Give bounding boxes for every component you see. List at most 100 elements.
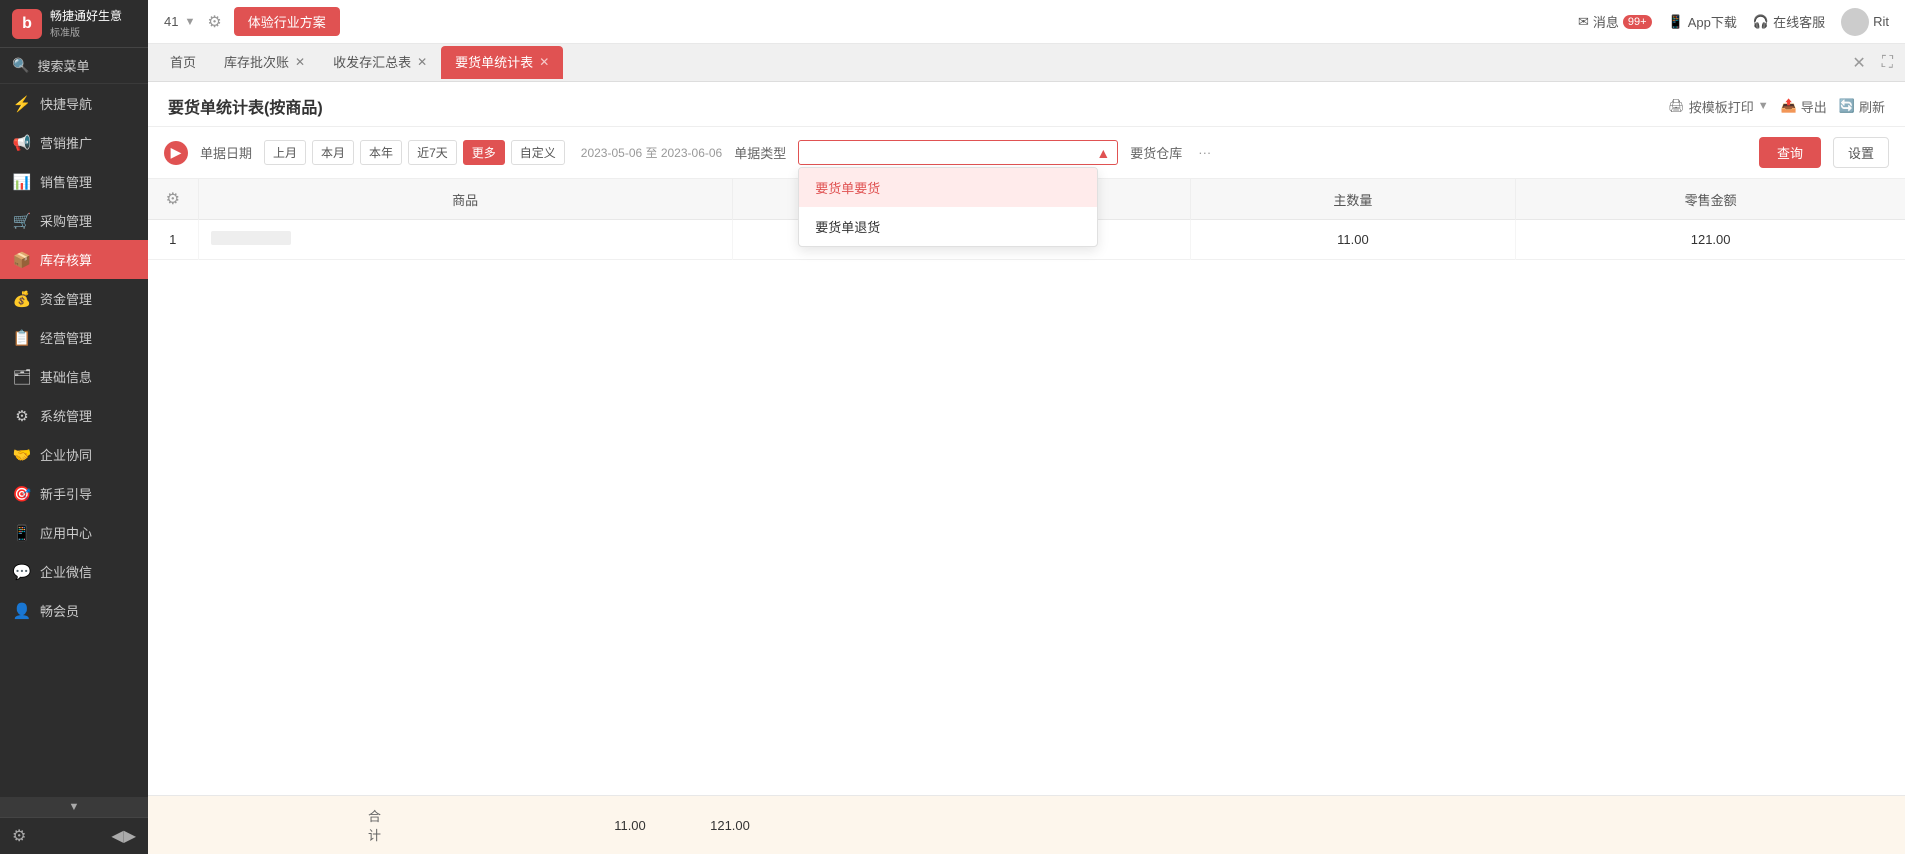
- settings-bottom-icon[interactable]: ⚙: [12, 826, 26, 846]
- table-container: ⚙ 商品 主计量单位 主数量 零售金额: [148, 179, 1905, 795]
- sidebar-item-operation[interactable]: 📋 经营管理: [0, 318, 148, 357]
- user-avatar-btn[interactable]: Rit: [1841, 8, 1889, 36]
- collapse-icon[interactable]: ◀▶: [111, 826, 136, 846]
- dropdown-item-order-return-label: 要货单退货: [815, 220, 880, 235]
- date-prev-btn[interactable]: 上月: [264, 140, 306, 165]
- th-gear[interactable]: ⚙: [148, 179, 198, 220]
- topbar-store[interactable]: 41 ▼: [164, 14, 195, 29]
- date-current-btn[interactable]: 本月: [312, 140, 354, 165]
- filter-expand-btn[interactable]: ▶: [164, 141, 188, 165]
- print-expand-icon[interactable]: ▼: [1758, 100, 1769, 112]
- sidebar-item-purchase[interactable]: 🛒 采购管理: [0, 201, 148, 240]
- print-template-btn[interactable]: 🖨 按模板打印 ▼: [1668, 97, 1768, 116]
- dropdown-item-order-return[interactable]: 要货单退货: [799, 207, 1097, 246]
- tab-order-summary-label: 要货单统计表: [455, 52, 533, 71]
- tab-home[interactable]: 首页: [156, 46, 210, 79]
- sidebar-item-quick-nav[interactable]: ⚡ 快捷导航: [0, 84, 148, 123]
- trial-btn[interactable]: 体验行业方案: [234, 7, 340, 36]
- td-amount: 121.00: [1516, 220, 1905, 260]
- sidebar-item-guide[interactable]: 🎯 新手引导: [0, 474, 148, 513]
- print-icon: 🖨: [1668, 98, 1685, 114]
- tab-receive-summary-label: 收发存汇总表: [333, 52, 411, 71]
- warehouse-dots-icon[interactable]: ···: [1198, 145, 1211, 160]
- date-year-btn[interactable]: 本年: [360, 140, 402, 165]
- app-version: 标准版: [50, 24, 122, 39]
- refresh-btn[interactable]: 🔄 刷新: [1839, 97, 1885, 116]
- main-content: 41 ▼ ⚙ 体验行业方案 ✉ 消息 99+ 📱 App下载 🎧 在线客服 R: [148, 0, 1905, 854]
- footer-label: 合计: [148, 806, 380, 844]
- quick-nav-label: 快捷导航: [40, 94, 92, 113]
- app-logo-icon: b: [12, 9, 42, 39]
- enterprise-icon: 🤝: [12, 446, 32, 464]
- online-service-btn[interactable]: 🎧 在线客服: [1753, 12, 1825, 31]
- query-btn[interactable]: 查询: [1759, 137, 1821, 168]
- tab-order-summary[interactable]: 要货单统计表 ✕: [441, 46, 563, 79]
- date-week-btn[interactable]: 近7天: [408, 140, 457, 165]
- sidebar-item-inventory[interactable]: 📦 库存核算: [0, 240, 148, 279]
- topbar-gear-icon[interactable]: ⚙: [207, 12, 221, 32]
- user-avatar: [1841, 8, 1869, 36]
- messages-btn[interactable]: ✉ 消息 99+: [1578, 12, 1652, 31]
- sidebar-item-finance[interactable]: 💰 资金管理: [0, 279, 148, 318]
- guide-label: 新手引导: [40, 484, 92, 503]
- filter-bar: ▶ 单据日期 上月 本月 本年 近7天 更多 自定义 2023-05-06 至 …: [148, 127, 1905, 179]
- date-more-btn[interactable]: 更多: [463, 140, 505, 165]
- page-title: 要货单统计表(按商品): [168, 94, 323, 118]
- appstore-icon: 📱: [12, 524, 32, 542]
- tab-inventory-batch-close[interactable]: ✕: [295, 55, 305, 69]
- sidebar-bottom: ⚙ ◀▶: [0, 817, 148, 854]
- close-tab-btn[interactable]: ✕: [1848, 49, 1869, 77]
- appstore-label: 应用中心: [40, 523, 92, 542]
- date-custom-btn[interactable]: 自定义: [511, 140, 565, 165]
- set-btn[interactable]: 设置: [1833, 137, 1889, 168]
- enterprise-label: 企业协同: [40, 445, 92, 464]
- page-actions: 🖨 按模板打印 ▼ 📤 导出 🔄 刷新: [1668, 97, 1885, 116]
- export-btn[interactable]: 📤 导出: [1781, 97, 1827, 116]
- search-icon: 🔍: [12, 57, 29, 74]
- export-label: 导出: [1801, 97, 1827, 116]
- gear-icon[interactable]: ⚙: [166, 191, 180, 208]
- type-input-wrap: ▲ 要货单要货 要货单退货: [798, 140, 1118, 165]
- tab-inventory-batch[interactable]: 库存批次账 ✕: [210, 46, 319, 79]
- tab-receive-summary-close[interactable]: ✕: [417, 55, 427, 69]
- col-product-label: 商品: [452, 193, 478, 208]
- tab-receive-summary[interactable]: 收发存汇总表 ✕: [319, 46, 441, 79]
- sales-label: 销售管理: [40, 172, 92, 191]
- sidebar-scroll-down-btn[interactable]: ▼: [0, 797, 148, 817]
- purchase-icon: 🛒: [12, 212, 32, 230]
- finance-icon: 💰: [12, 290, 32, 308]
- sidebar-search[interactable]: 🔍 搜索菜单: [0, 48, 148, 84]
- sidebar-item-system[interactable]: ⚙ 系统管理: [0, 396, 148, 435]
- table-footer: 合计 11.00 121.00: [148, 795, 1905, 854]
- app-download-btn[interactable]: 📱 App下载: [1668, 12, 1737, 31]
- sidebar-item-member[interactable]: 👤 畅会员: [0, 591, 148, 630]
- sidebar-logo: b 畅捷通好生意 标准版: [0, 0, 148, 48]
- wechat-icon: 💬: [12, 563, 32, 581]
- type-dropdown-arrow[interactable]: ▲: [1096, 145, 1110, 161]
- sidebar-item-sales[interactable]: 📊 销售管理: [0, 162, 148, 201]
- tabbar: 首页 库存批次账 ✕ 收发存汇总表 ✕ 要货单统计表 ✕ ✕ ⛶: [148, 44, 1905, 82]
- inventory-label: 库存核算: [40, 250, 92, 269]
- dropdown-item-order-goods[interactable]: 要货单要货: [799, 168, 1097, 207]
- product-placeholder: [211, 231, 291, 245]
- store-dropdown-arrow[interactable]: ▼: [184, 16, 195, 28]
- td-no: 1: [148, 220, 198, 260]
- sidebar-item-wechat[interactable]: 💬 企业微信: [0, 552, 148, 591]
- th-amount: 零售金额: [1516, 179, 1905, 220]
- sidebar-item-appstore[interactable]: 📱 应用中心: [0, 513, 148, 552]
- tab-order-summary-close[interactable]: ✕: [539, 55, 549, 69]
- sidebar-item-marketing[interactable]: 📢 营销推广: [0, 123, 148, 162]
- col-quantity-label: 主数量: [1333, 193, 1372, 208]
- type-input[interactable]: [798, 140, 1118, 165]
- member-label: 畅会员: [40, 601, 79, 620]
- th-product: 商品: [198, 179, 732, 220]
- app-download-label: App下载: [1688, 12, 1737, 31]
- page-header: 要货单统计表(按商品) 🖨 按模板打印 ▼ 📤 导出 🔄 刷新: [148, 82, 1905, 127]
- restore-tab-btn[interactable]: ⛶: [1878, 50, 1897, 76]
- sidebar-item-basic[interactable]: 🗂 基础信息: [0, 357, 148, 396]
- system-label: 系统管理: [40, 406, 92, 425]
- sidebar-item-enterprise[interactable]: 🤝 企业协同: [0, 435, 148, 474]
- print-template-label: 按模板打印: [1689, 97, 1754, 116]
- app-download-icon: 📱: [1668, 14, 1684, 30]
- guide-icon: 🎯: [12, 485, 32, 503]
